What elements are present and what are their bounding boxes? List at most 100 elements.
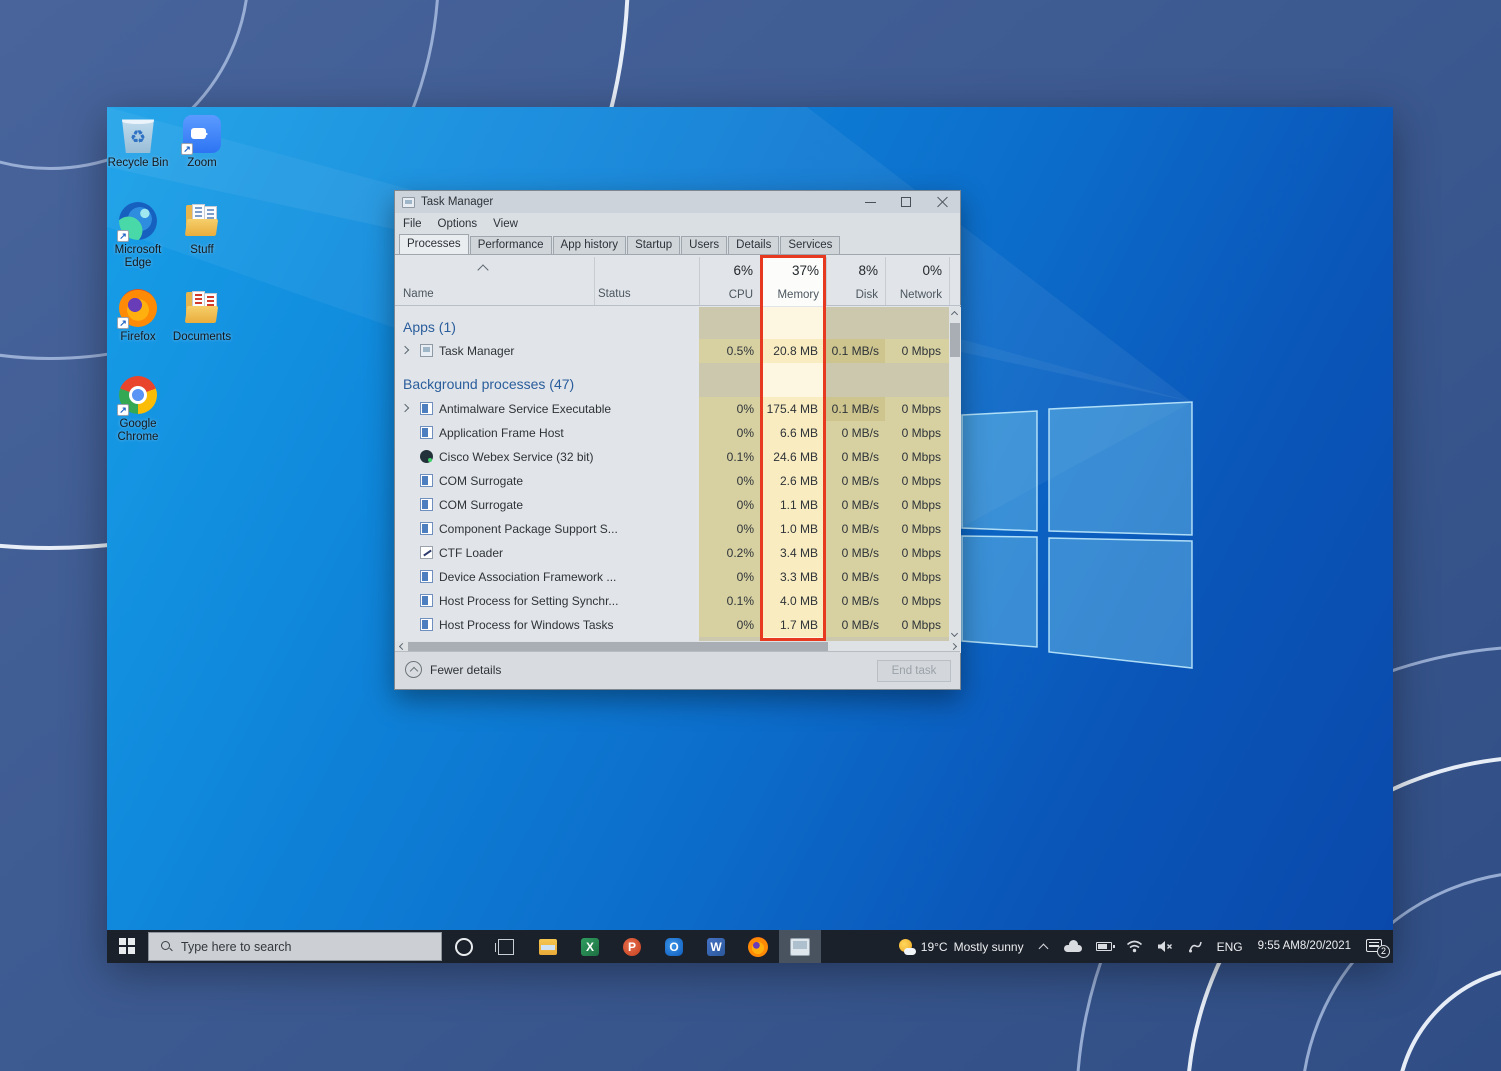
desktop-icon-recycle-bin[interactable]: ♻ Recycle Bin	[107, 115, 169, 170]
process-row[interactable]: Antimalware Service Executable 0% 175.4 …	[395, 397, 949, 421]
tab-users[interactable]: Users	[681, 236, 728, 254]
taskbar-firefox-button[interactable]	[737, 930, 779, 963]
desktop-icon-google-chrome[interactable]: ↗ Google Chrome	[107, 376, 169, 444]
end-task-button[interactable]: End task	[877, 660, 951, 682]
scroll-down-icon[interactable]	[949, 627, 961, 641]
network-value: 0 Mbps	[885, 589, 949, 613]
volume-tray-item[interactable]	[1150, 930, 1181, 963]
expand-chevron-icon[interactable]	[402, 405, 409, 412]
close-button[interactable]	[926, 191, 960, 213]
desktop-icon-firefox[interactable]: ↗ Firefox	[107, 289, 169, 344]
tab-strip: Processes Performance App history Startup Us…	[395, 234, 960, 255]
process-row[interactable]: Component Package Support S... 0% 1.0 MB…	[395, 517, 949, 541]
tray-overflow-button[interactable]	[1031, 930, 1057, 963]
battery-icon	[1095, 942, 1115, 951]
tab-app-history[interactable]: App history	[552, 236, 627, 254]
menu-file[interactable]: File	[395, 218, 430, 230]
minimize-button[interactable]	[854, 191, 888, 213]
process-list: Apps (1) Task Manager 0.5% 20.8 MB 0.1 M…	[395, 307, 949, 641]
process-name: Host Process for Setting Synchr...	[439, 594, 619, 608]
file-explorer-icon	[537, 936, 559, 958]
network-value: 0 Mbps	[885, 421, 949, 445]
process-row[interactable]: Application Frame Host 0% 6.6 MB 0 MB/s …	[395, 421, 949, 445]
battery-tray-item[interactable]	[1089, 930, 1119, 963]
tab-startup[interactable]: Startup	[627, 236, 681, 254]
maximize-button[interactable]	[890, 191, 924, 213]
taskbar-task-view-button[interactable]	[485, 930, 527, 963]
windows-ink-tray-item[interactable]	[1181, 930, 1210, 963]
network-tray-item[interactable]	[1119, 930, 1150, 963]
process-icon-window	[420, 594, 433, 607]
process-group-header[interactable]: Apps (1)	[395, 315, 949, 339]
taskbar-excel-button[interactable]: X	[569, 930, 611, 963]
process-row[interactable]: COM Surrogate 0% 1.1 MB 0 MB/s 0 Mbps	[395, 493, 949, 517]
network-value: 0 Mbps	[885, 445, 949, 469]
taskbar-outlook-button[interactable]: O	[653, 930, 695, 963]
memory-value: 3.4 MB	[760, 541, 826, 565]
menu-view[interactable]: View	[485, 218, 526, 230]
scroll-up-icon[interactable]	[949, 307, 961, 321]
vertical-scrollbar-thumb[interactable]	[950, 323, 960, 357]
tab-processes[interactable]: Processes	[399, 234, 469, 254]
process-row[interactable]: Device Association Framework ... 0% 3.3 …	[395, 565, 949, 589]
desktop-icon-zoom[interactable]: ↗ Zoom	[171, 115, 233, 170]
time-label: 9:55 AM	[1257, 940, 1300, 952]
action-center-button[interactable]: 2	[1359, 930, 1393, 963]
desktop-icon-label: Documents	[172, 331, 232, 343]
process-row[interactable]: CTF Loader 0.2% 3.4 MB 0 MB/s 0 Mbps	[395, 541, 949, 565]
column-header-network[interactable]: 0% Network	[885, 255, 949, 306]
disk-value: 0 MB/s	[826, 541, 885, 565]
memory-value: 24.6 MB	[760, 445, 826, 469]
language-indicator[interactable]: ENG	[1210, 930, 1250, 963]
title-bar[interactable]: Task Manager	[395, 191, 960, 213]
network-value: 0 Mbps	[885, 565, 949, 589]
process-row[interactable]: COM Surrogate 0% 2.6 MB 0 MB/s 0 Mbps	[395, 469, 949, 493]
onedrive-tray-item[interactable]	[1057, 930, 1089, 963]
taskbar-powerpoint-button[interactable]: P	[611, 930, 653, 963]
fewer-details-toggle[interactable]: Fewer details	[405, 661, 501, 678]
process-icon-window	[420, 498, 433, 511]
desktop-icon-microsoft-edge[interactable]: ↗ Microsoft Edge	[107, 202, 169, 270]
column-header-status[interactable]: Status	[598, 288, 631, 300]
desktop-icon-stuff[interactable]: Stuff	[171, 202, 233, 257]
expand-chevron-icon[interactable]	[402, 347, 409, 354]
process-name: COM Surrogate	[439, 498, 524, 512]
weather-widget[interactable]: 19°C Mostly sunny	[891, 930, 1031, 963]
column-header-memory[interactable]: 37% Memory	[760, 255, 826, 306]
taskbar-file-explorer-button[interactable]	[527, 930, 569, 963]
memory-value: 1.1 MB	[760, 493, 826, 517]
disk-value: 0 MB/s	[826, 517, 885, 541]
taskbar-task-manager-button[interactable]	[779, 930, 821, 963]
windows-logo-icon	[119, 938, 135, 954]
column-header-name[interactable]: Name	[403, 288, 434, 300]
process-group-header[interactable]: Background processes (47)	[395, 371, 949, 397]
chevron-up-circle-icon	[405, 661, 422, 678]
window-footer: Fewer details End task	[395, 651, 960, 689]
clock[interactable]: 9:55 AM 8/20/2021	[1250, 930, 1359, 963]
word-icon: W	[705, 936, 727, 958]
taskbar-word-button[interactable]: W	[695, 930, 737, 963]
menu-options[interactable]: Options	[430, 218, 486, 230]
vertical-scrollbar[interactable]	[949, 307, 961, 641]
tab-services[interactable]: Services	[780, 236, 841, 254]
date-label: 8/20/2021	[1299, 940, 1351, 952]
start-button[interactable]	[107, 930, 147, 963]
tab-details[interactable]: Details	[728, 236, 780, 254]
onedrive-cloud-icon	[1063, 940, 1082, 952]
desktop-icon-documents[interactable]: Documents	[171, 289, 233, 344]
desktop-icon-label: Recycle Bin	[107, 157, 169, 169]
tab-performance[interactable]: Performance	[469, 236, 552, 254]
process-row[interactable]: Task Manager 0.5% 20.8 MB 0.1 MB/s 0 Mbp…	[395, 339, 949, 363]
process-icon-window	[420, 402, 433, 415]
process-row[interactable]: Host Process for Setting Synchr... 0.1% …	[395, 589, 949, 613]
column-header-disk[interactable]: 8% Disk	[826, 255, 885, 306]
taskbar-cortana-button[interactable]	[443, 930, 485, 963]
column-header-cpu[interactable]: 6% CPU	[699, 255, 760, 306]
process-row[interactable]: Cisco Webex Service (32 bit) 0.1% 24.6 M…	[395, 445, 949, 469]
shortcut-arrow-icon: ↗	[117, 230, 129, 242]
network-value: 0 Mbps	[885, 613, 949, 637]
weather-condition: Mostly sunny	[953, 939, 1024, 954]
process-row[interactable]: Host Process for Windows Tasks 0% 1.7 MB…	[395, 613, 949, 637]
taskbar-search-input[interactable]: Type here to search	[148, 932, 442, 961]
memory-value: 1.0 MB	[760, 517, 826, 541]
